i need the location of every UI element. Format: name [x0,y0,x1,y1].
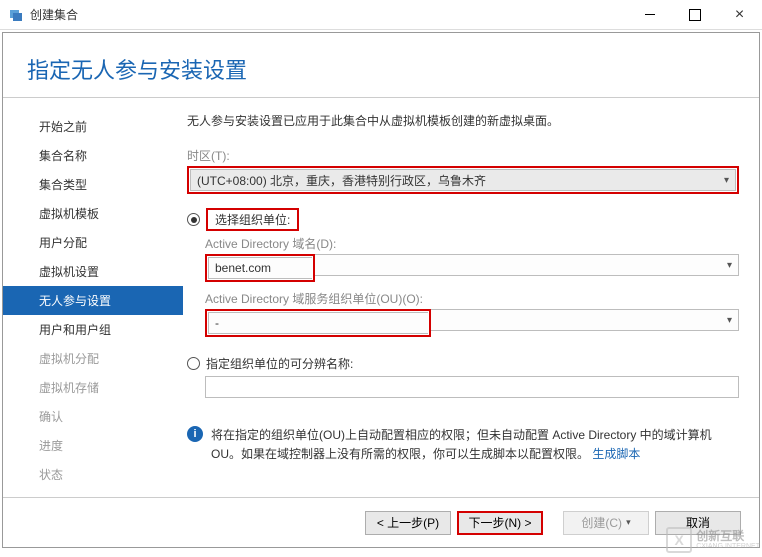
sidebar-item-progress: 进度 [3,431,183,460]
sidebar-item-user-assignment[interactable]: 用户分配 [3,228,183,257]
prev-button[interactable]: < 上一步(P) [365,511,451,535]
chevron-down-icon: ▾ [727,260,732,271]
wizard-header: 指定无人参与安装设置 [3,33,759,98]
sidebar-item-vm-storage: 虚拟机存储 [3,373,183,402]
sidebar-item-before-start[interactable]: 开始之前 [3,112,183,141]
highlight-domain: benet.com [205,254,315,282]
sidebar-item-collection-name[interactable]: 集合名称 [3,141,183,170]
sidebar-item-vm-template[interactable]: 虚拟机模板 [3,199,183,228]
dn-textbox[interactable] [205,376,739,398]
maximize-button[interactable] [672,0,717,30]
chevron-down-icon: ▾ [727,315,732,326]
window-title: 创建集合 [30,6,78,23]
watermark: X 创新互联 CXIANG INTERNET [666,527,760,553]
radio-dn-row[interactable]: 指定组织单位的可分辨名称: [187,355,739,372]
sidebar-item-status: 状态 [3,460,183,489]
minimize-button[interactable] [627,0,672,30]
next-button[interactable]: 下一步(N) > [457,511,543,535]
ad-ou-label: Active Directory 域服务组织单位(OU)(O): [205,290,739,307]
close-button[interactable]: × [717,0,762,30]
ad-domain-label: Active Directory 域名(D): [205,235,739,252]
highlight-ou: - [205,309,431,337]
sidebar-item-confirm: 确认 [3,402,183,431]
highlight-timezone: (UTC+08:00) 北京，重庆，香港特别行政区，乌鲁木齐 ▾ [187,166,739,194]
radio-dn-label: 指定组织单位的可分辨名称: [206,355,353,372]
sidebar-item-collection-type[interactable]: 集合类型 [3,170,183,199]
watermark-text-1: 创新互联 [696,530,760,543]
ad-domain-dropdown-rest[interactable]: ▾ [315,254,739,276]
watermark-logo-icon: X [666,527,692,553]
titlebar: 创建集合 × [0,0,762,30]
ad-ou-dropdown-rest[interactable]: ▾ [431,309,739,331]
sidebar-item-users-groups[interactable]: 用户和用户组 [3,315,183,344]
sidebar-item-unattended[interactable]: 无人参与设置 [3,286,183,315]
page-description: 无人参与安装设置已应用于此集合中从虚拟机模板创建的新虚拟桌面。 [187,112,739,129]
timezone-value: (UTC+08:00) 北京，重庆，香港特别行政区，乌鲁木齐 [197,172,486,189]
create-button: 创建(C) ▾ [563,511,649,535]
wizard-main: 无人参与安装设置已应用于此集合中从虚拟机模板创建的新虚拟桌面。 时区(T): (… [183,98,759,498]
chevron-down-icon: ▾ [724,175,729,186]
ad-domain-dropdown[interactable]: benet.com [208,257,312,279]
radio-select-ou-label: 选择组织单位: [209,213,296,227]
wizard-frame: 指定无人参与安装设置 开始之前 集合名称 集合类型 虚拟机模板 用户分配 虚拟机… [2,32,760,548]
ad-ou-value: - [215,316,219,330]
watermark-text-2: CXIANG INTERNET [696,543,760,551]
ad-domain-value: benet.com [215,261,271,275]
sidebar-item-vm-settings[interactable]: 虚拟机设置 [3,257,183,286]
info-text: 将在指定的组织单位(OU)上自动配置相应的权限；但未自动配置 Active Di… [211,426,739,464]
highlight-select-ou-label: 选择组织单位: [206,208,299,231]
info-icon: i [187,426,203,442]
wizard-footer: < 上一步(P) 下一步(N) > 创建(C) ▾ 取消 [3,497,759,547]
generate-script-link[interactable]: 生成脚本 [592,447,640,461]
radio-select-ou-row[interactable]: 选择组织单位: [187,208,739,231]
timezone-dropdown[interactable]: (UTC+08:00) 北京，重庆，香港特别行政区，乌鲁木齐 ▾ [190,169,736,191]
create-button-label: 创建(C) [581,514,622,531]
app-icon [8,7,24,23]
next-button-label: 下一步(N) > [468,514,531,531]
timezone-label: 时区(T): [187,147,739,164]
sidebar-item-vm-allocation: 虚拟机分配 [3,344,183,373]
radio-dn[interactable] [187,357,200,370]
chevron-down-icon: ▾ [626,517,631,528]
info-row: i 将在指定的组织单位(OU)上自动配置相应的权限；但未自动配置 Active … [187,426,739,464]
page-title: 指定无人参与安装设置 [27,53,735,85]
radio-select-ou[interactable] [187,213,200,226]
wizard-sidebar: 开始之前 集合名称 集合类型 虚拟机模板 用户分配 虚拟机设置 无人参与设置 用… [3,98,183,498]
ad-ou-dropdown[interactable]: - [208,312,428,334]
